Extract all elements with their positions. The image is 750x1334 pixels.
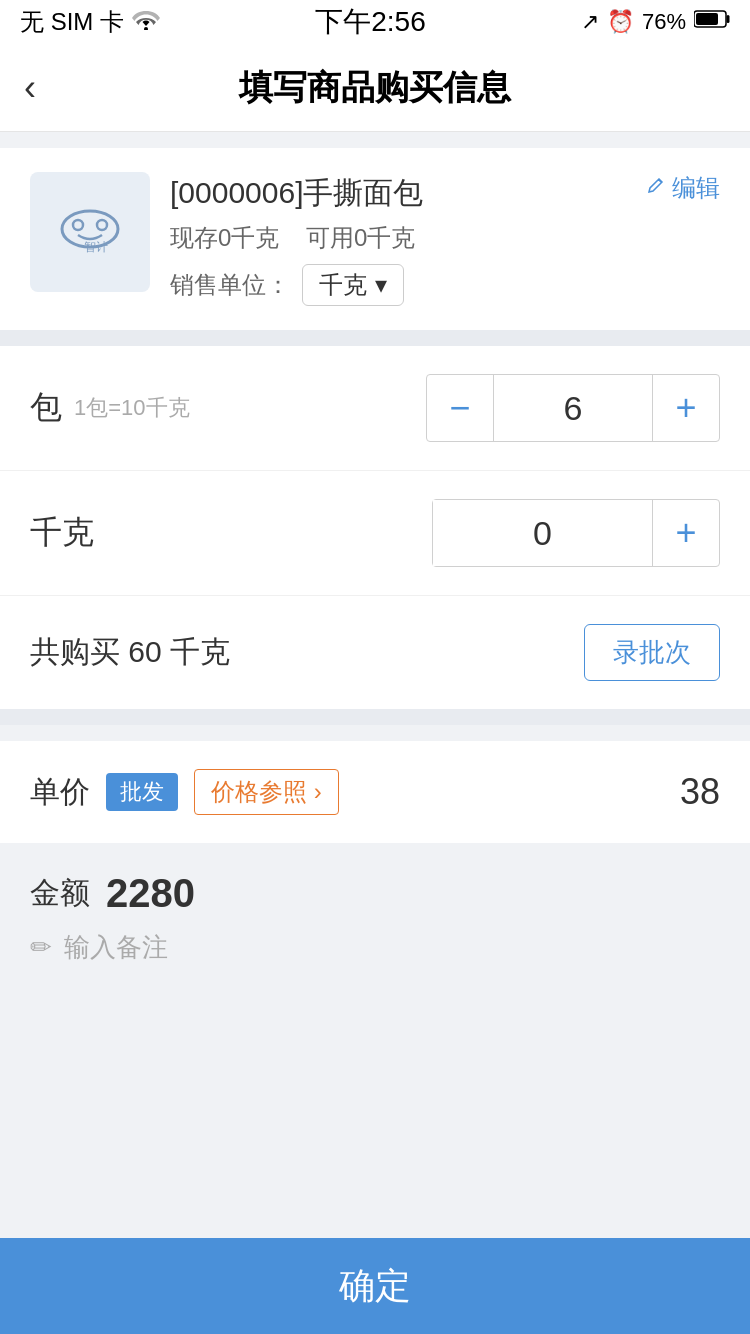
price-badge: 批发 — [106, 773, 178, 811]
battery-text: 76% — [642, 9, 686, 35]
product-logo: 智计 — [58, 205, 122, 260]
page-title: 填写商品购买信息 — [239, 65, 511, 111]
bao-label: 包 — [30, 386, 62, 430]
product-info: [0000006]手撕面包 编辑 现存0千克 可用0千克 销售单位： 千克 ▾ — [170, 172, 720, 306]
unit-select[interactable]: 千克 ▾ — [302, 264, 404, 306]
price-label: 单价 — [30, 772, 90, 813]
price-section: 单价 批发 价格参照 › 38 — [0, 741, 750, 843]
note-placeholder: 输入备注 — [64, 930, 168, 965]
bao-minus-button[interactable]: − — [427, 375, 493, 441]
chevron-down-icon: ▾ — [375, 271, 387, 299]
amount-label: 金额 — [30, 873, 90, 914]
pencil-icon: ✏ — [30, 932, 52, 963]
location-icon: ↗ — [581, 9, 599, 35]
bao-plus-button[interactable]: + — [653, 375, 719, 441]
edit-button[interactable]: 编辑 — [646, 172, 720, 204]
amount-section: 金额 2280 ✏ 输入备注 — [0, 843, 750, 979]
note-row[interactable]: ✏ 输入备注 — [30, 930, 720, 965]
section-divider-2 — [0, 709, 750, 725]
battery-icon — [694, 9, 730, 35]
product-card: 智计 [0000006]手撕面包 编辑 现存0千克 可用0千克 销售单位： — [0, 148, 750, 330]
batch-button[interactable]: 录批次 — [584, 624, 720, 681]
amount-row: 金额 2280 — [30, 871, 720, 916]
status-time: 下午2:56 — [315, 3, 426, 41]
confirm-button[interactable]: 确定 — [0, 1238, 750, 1334]
svg-text:智计: 智计 — [84, 240, 108, 253]
product-unit-row: 销售单位： 千克 ▾ — [170, 264, 720, 306]
section-divider-1 — [0, 330, 750, 346]
svg-rect-3 — [696, 13, 718, 25]
product-stock: 现存0千克 可用0千克 — [170, 222, 720, 254]
kg-plus-button[interactable]: + — [653, 500, 719, 566]
status-left: 无 SIM 卡 — [20, 6, 160, 38]
price-value: 38 — [680, 771, 720, 813]
bao-input-row: 包 1包=10千克 − + — [0, 346, 750, 471]
bao-input[interactable] — [493, 375, 653, 441]
total-row: 共购买 60 千克 录批次 — [0, 596, 750, 709]
input-section: 包 1包=10千克 − + 千克 + — [0, 346, 750, 596]
status-bar: 无 SIM 卡 下午2:56 ↗ ⏰ 76% — [0, 0, 750, 44]
product-name: [0000006]手撕面包 — [170, 172, 423, 214]
confirm-label: 确定 — [339, 1262, 411, 1311]
carrier-text: 无 SIM 卡 — [20, 6, 124, 38]
nav-bar: ‹ 填写商品购买信息 — [0, 44, 750, 132]
svg-point-5 — [73, 220, 83, 230]
kg-controls: + — [432, 499, 720, 567]
bao-hint: 1包=10千克 — [74, 393, 426, 423]
total-text: 共购买 60 千克 — [30, 632, 230, 673]
alarm-icon: ⏰ — [607, 9, 634, 35]
bao-controls: − + — [426, 374, 720, 442]
kg-input[interactable] — [433, 500, 653, 566]
product-header: [0000006]手撕面包 编辑 — [170, 172, 720, 214]
kg-input-row: 千克 + — [0, 471, 750, 596]
svg-rect-2 — [727, 15, 730, 23]
amount-value: 2280 — [106, 871, 195, 916]
wifi-icon — [132, 8, 160, 36]
status-right: ↗ ⏰ 76% — [581, 9, 730, 35]
product-image: 智计 — [30, 172, 150, 292]
svg-point-6 — [97, 220, 107, 230]
kg-label: 千克 — [30, 511, 94, 555]
svg-point-0 — [144, 27, 148, 30]
price-ref-button[interactable]: 价格参照 › — [194, 769, 339, 815]
back-button[interactable]: ‹ — [24, 67, 36, 109]
